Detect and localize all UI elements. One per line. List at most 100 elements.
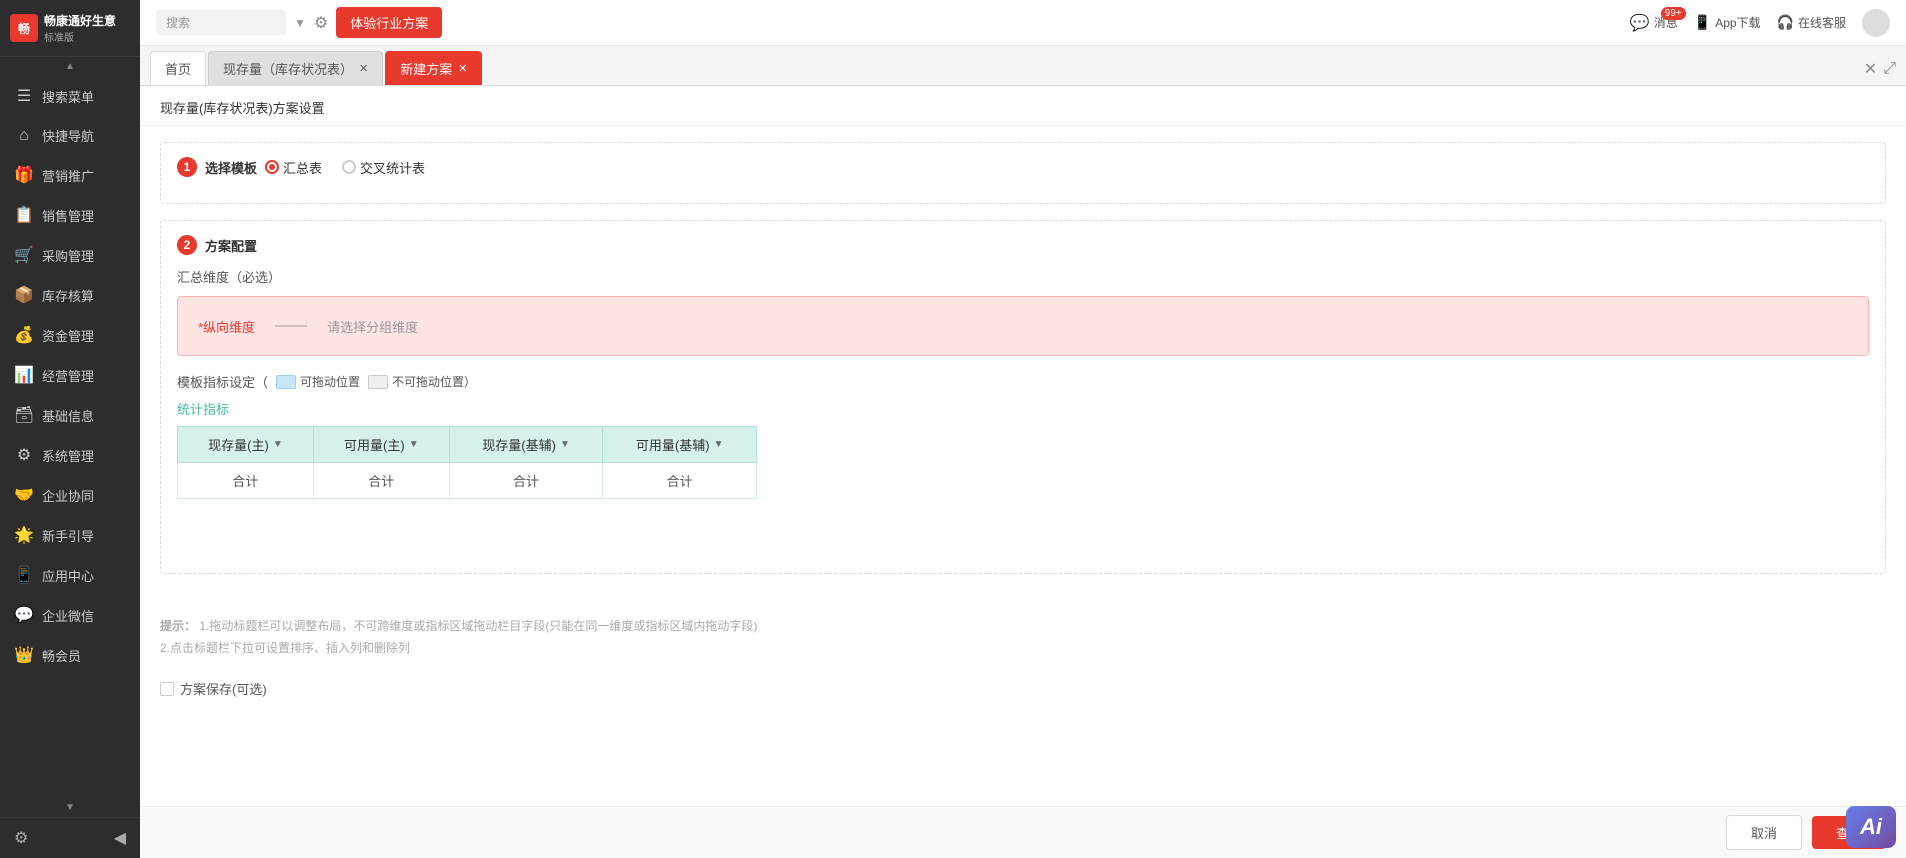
- sidebar-item-operations[interactable]: 📊 经营管理: [0, 355, 140, 395]
- step2-block: 2 方案配置 汇总维度（必选） *纵向维度 —— 请选择分组维度 模板指标设定（: [160, 220, 1886, 574]
- footer-bar: 取消 查询: [140, 806, 1906, 858]
- cell-2: 合计: [449, 463, 603, 499]
- phone-icon: 📱: [1694, 14, 1711, 31]
- sidebar-item-enterprise[interactable]: 🤝 企业协同: [0, 475, 140, 515]
- sales-icon: 📋: [14, 205, 34, 225]
- tab-close-window-btn[interactable]: ✕: [1864, 59, 1877, 79]
- main-section: 1 选择模板 汇总表 交叉统计表: [140, 126, 1906, 606]
- sidebar-item-sales[interactable]: 📋 销售管理: [0, 195, 140, 235]
- sidebar-item-member[interactable]: 👑 畅会员: [0, 635, 140, 675]
- dim-placeholder: 请选择分组维度: [327, 317, 418, 336]
- col-header-1[interactable]: 可用量(主) ▼: [313, 427, 449, 463]
- tab-inventory-status-close[interactable]: ✕: [359, 62, 368, 75]
- system-icon: ⚙: [14, 445, 34, 465]
- settings-icon[interactable]: ⚙: [14, 828, 28, 848]
- sidebar-item-finance[interactable]: 💰 资金管理: [0, 315, 140, 355]
- col-chevron-2[interactable]: ▼: [560, 439, 570, 450]
- step2-header: 2 方案配置: [177, 235, 1869, 255]
- tab-new-plan[interactable]: 新建方案 ✕: [385, 51, 482, 85]
- member-icon: 👑: [14, 645, 34, 665]
- step1-block: 1 选择模板 汇总表 交叉统计表: [160, 142, 1886, 204]
- user-avatar[interactable]: [1862, 9, 1890, 37]
- tab-inventory-status[interactable]: 现存量（库存状况表） ✕: [208, 51, 383, 85]
- step1-header: 1 选择模板 汇总表 交叉统计表: [177, 157, 1869, 177]
- industry-plan-button[interactable]: 体验行业方案: [336, 7, 442, 38]
- page-header: 现存量(库存状况表)方案设置: [140, 86, 1906, 126]
- purchase-icon: 🛒: [14, 245, 34, 265]
- template-radio-group: 汇总表 交叉统计表: [265, 158, 425, 177]
- sidebar-item-quick-nav[interactable]: ⌂ 快捷导航: [0, 116, 140, 155]
- inventory-icon: 📦: [14, 285, 34, 305]
- ai-badge[interactable]: Ai: [1846, 806, 1896, 848]
- col-header-0[interactable]: 现存量(主) ▼: [178, 427, 314, 463]
- legend-draggable: 可拖动位置: [276, 373, 360, 390]
- topbar-gear-icon[interactable]: ⚙: [314, 13, 328, 33]
- sidebar-item-wechat[interactable]: 💬 企业微信: [0, 595, 140, 635]
- col-chevron-1[interactable]: ▼: [409, 439, 419, 450]
- draggable-legend-box: [276, 375, 296, 389]
- sidebar-item-purchase[interactable]: 🛒 采购管理: [0, 235, 140, 275]
- tab-home[interactable]: 首页: [150, 51, 206, 85]
- save-row: 方案保存(可选): [140, 669, 1906, 708]
- tips-section: 提示： 1.拖动标题栏可以调整布局，不可跨维度或指标区域拖动栏目字段(只能在同一…: [140, 606, 1906, 669]
- sidebar-item-system[interactable]: ⚙ 系统管理: [0, 435, 140, 475]
- online-service-button[interactable]: 🎧 在线客服: [1777, 14, 1846, 31]
- cancel-button[interactable]: 取消: [1726, 815, 1802, 850]
- step2-number: 2: [177, 235, 197, 255]
- message-icon: 💬: [1630, 13, 1650, 33]
- message-button[interactable]: 💬 消息 99+: [1630, 13, 1678, 33]
- radio-cross[interactable]: 交叉统计表: [342, 158, 425, 177]
- logo-text: 畅康通好生意 标准版: [44, 12, 116, 44]
- tabbar-controls: ✕ ⤢: [1864, 59, 1896, 85]
- page-title: 现存量(库存状况表)方案设置: [160, 101, 325, 116]
- sidebar-nav: ☰ 搜索菜单 ⌂ 快捷导航 🎁 营销推广 📋 销售管理 🛒 采购管理 📦 库存核…: [0, 76, 140, 798]
- cell-3: 合计: [603, 463, 757, 499]
- sidebar-item-guide[interactable]: 🌟 新手引导: [0, 515, 140, 555]
- topbar-chevron-icon[interactable]: ▼: [294, 16, 306, 30]
- search-display: 搜索: [156, 10, 286, 35]
- quick-nav-icon: ⌂: [14, 127, 34, 145]
- radio-summary-circle: [265, 160, 279, 174]
- col-header-3[interactable]: 可用量(基辅) ▼: [603, 427, 757, 463]
- topbar: 搜索 ▼ ⚙ 体验行业方案 💬 消息 99+ 📱 App下载 🎧 在线客服: [140, 0, 1906, 46]
- tip1-text: 1.拖动标题栏可以调整布局，不可跨维度或指标区域拖动栏目字段(只能在同一维度或指…: [199, 619, 757, 633]
- collapse-icon[interactable]: ◀: [114, 828, 126, 848]
- search-menu-icon: ☰: [14, 86, 34, 106]
- sidebar-item-marketing[interactable]: 🎁 营销推广: [0, 155, 140, 195]
- vertical-dim-label: *纵向维度: [198, 317, 255, 336]
- non-draggable-legend-box: [368, 375, 388, 389]
- radio-cross-circle: [342, 160, 356, 174]
- enterprise-icon: 🤝: [14, 485, 34, 505]
- sidebar-item-inventory[interactable]: 📦 库存核算: [0, 275, 140, 315]
- table-row: 合计 合计 合计 合计: [178, 463, 757, 499]
- sidebar-item-app-center[interactable]: 📱 应用中心: [0, 555, 140, 595]
- cell-0: 合计: [178, 463, 314, 499]
- col-header-2[interactable]: 现存量(基辅) ▼: [449, 427, 603, 463]
- dimension-row[interactable]: *纵向维度 —— 请选择分组维度: [177, 296, 1869, 356]
- radio-summary[interactable]: 汇总表: [265, 158, 322, 177]
- tip2-row: 2.点击标题栏下拉可设置排序、插入列和删除列: [160, 638, 1886, 660]
- summary-dim-label: 汇总维度（必选）: [177, 267, 1869, 286]
- topbar-left: 搜索 ▼ ⚙ 体验行业方案: [156, 7, 1620, 38]
- sidebar-logo: 畅 畅康通好生意 标准版: [0, 0, 140, 57]
- sidebar-scroll-down[interactable]: ▼: [0, 798, 140, 817]
- dim-dash: ——: [275, 317, 307, 335]
- tip2-text: 2.点击标题栏下拉可设置排序、插入列和删除列: [160, 641, 410, 655]
- sidebar: 畅 畅康通好生意 标准版 ▲ ☰ 搜索菜单 ⌂ 快捷导航 🎁 营销推广 📋 销售…: [0, 0, 140, 858]
- sidebar-item-basic-info[interactable]: 🗃 基础信息: [0, 395, 140, 435]
- app-download-button[interactable]: 📱 App下载: [1694, 14, 1761, 31]
- col-chevron-3[interactable]: ▼: [714, 439, 724, 450]
- step1-number: 1: [177, 157, 197, 177]
- sidebar-item-search-menu[interactable]: ☰ 搜索菜单: [0, 76, 140, 116]
- stats-section-title: 统计指标: [177, 399, 1869, 418]
- cell-1: 合计: [313, 463, 449, 499]
- tab-new-plan-close[interactable]: ✕: [458, 62, 467, 75]
- save-checkbox[interactable]: [160, 682, 174, 696]
- content-area: 现存量(库存状况表)方案设置 1 选择模板 汇总表: [140, 86, 1906, 806]
- sidebar-scroll-up[interactable]: ▲: [0, 57, 140, 76]
- app-center-icon: 📱: [14, 565, 34, 585]
- metrics-settings-label: 模板指标设定（ 可拖动位置 不可拖动位置）: [177, 372, 1869, 391]
- tab-expand-btn[interactable]: ⤢: [1883, 60, 1896, 78]
- sidebar-footer: ⚙ ◀: [0, 817, 140, 858]
- col-chevron-0[interactable]: ▼: [273, 439, 283, 450]
